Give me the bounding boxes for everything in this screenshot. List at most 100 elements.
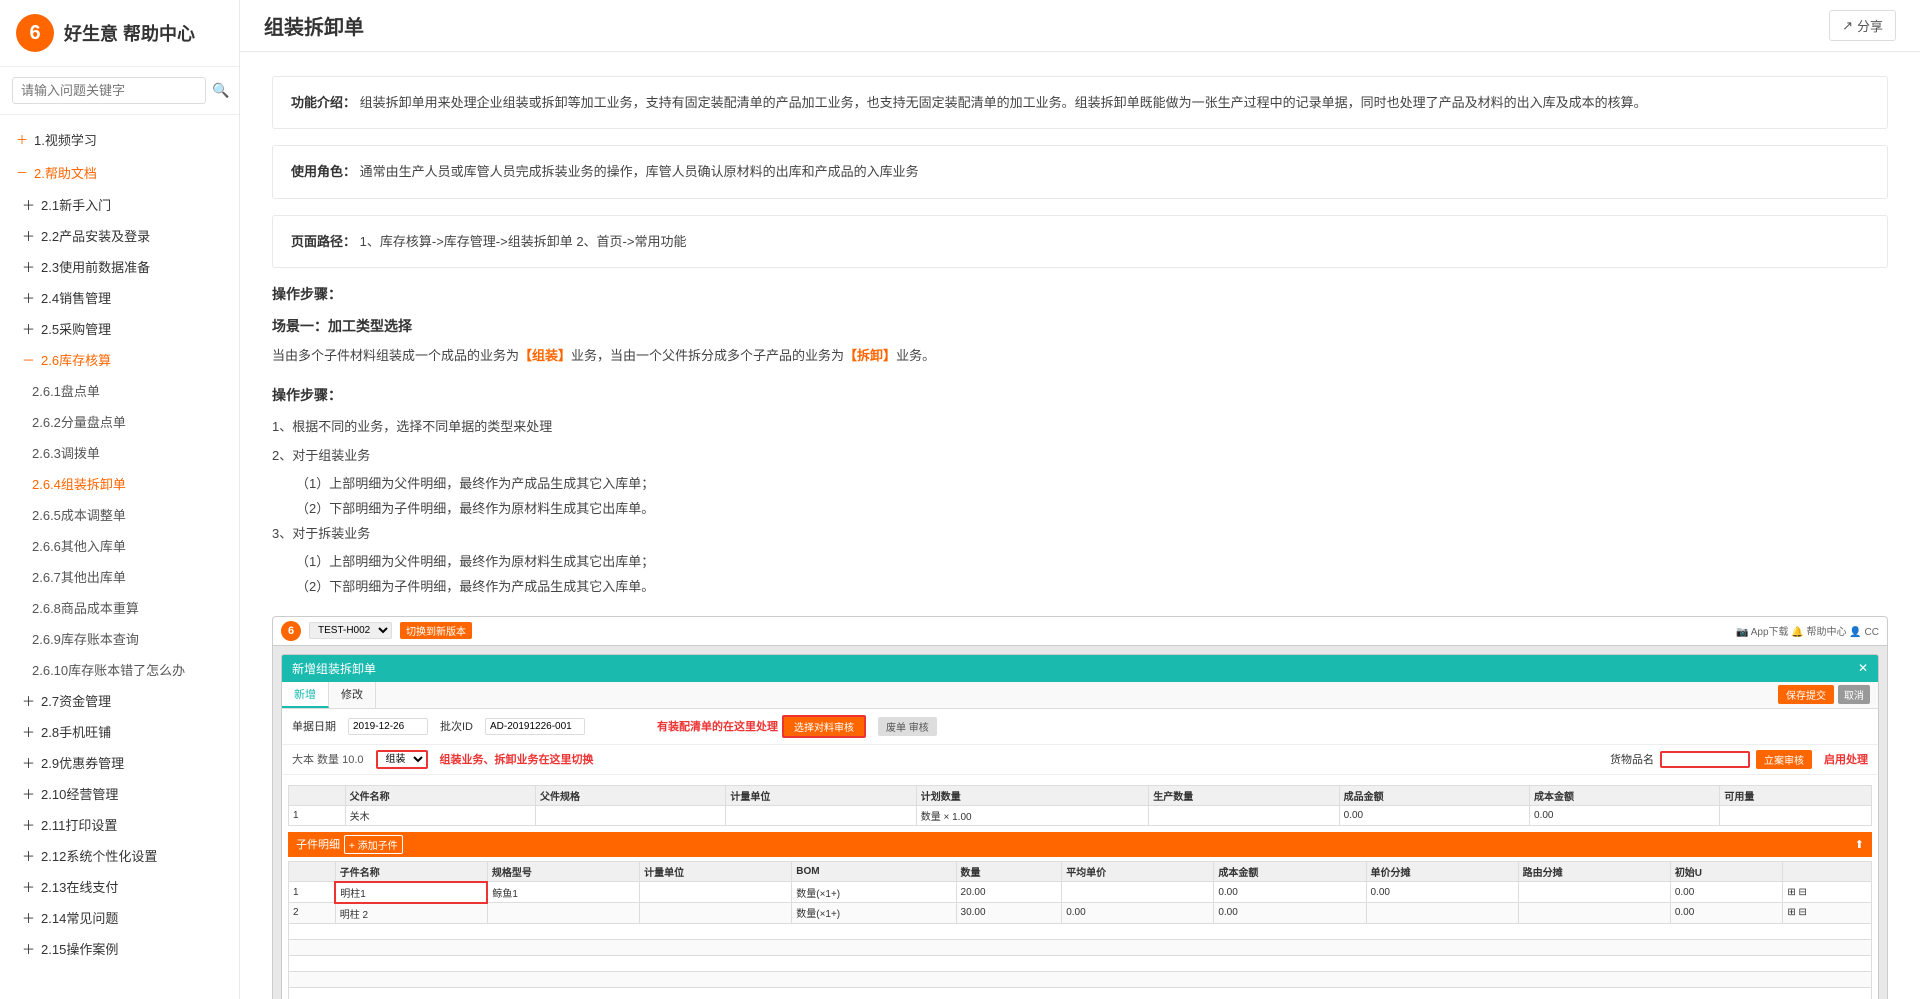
mock-btd-price0 xyxy=(1062,882,1214,903)
sidebar-leaf-264[interactable]: 2.6.4组装拆卸单 xyxy=(0,468,239,499)
sidebar-item-dataprep[interactable]: ＋ 2.3使用前数据准备 xyxy=(0,251,239,282)
mock-btd-cost0: 0.00 xyxy=(1214,882,1366,903)
path-block: 页面路径： 1、库存核算->库存管理->组装拆卸单 2、首页->常用功能 xyxy=(272,215,1888,268)
search-icon[interactable]: 🔍 xyxy=(212,82,229,99)
sidebar-leaf-267[interactable]: 2.6.7其他出库单 xyxy=(0,561,239,592)
sidebar-item-label-docs: 2.帮助文档 xyxy=(34,163,97,182)
sidebar-item-label-coupon: 2.9优惠券管理 xyxy=(41,753,124,772)
mock-bom-confirm-btn[interactable]: 选择对料审核 xyxy=(782,715,866,738)
mock-discard-btn[interactable]: 废单 审核 xyxy=(878,717,937,736)
sidebar-item-finance[interactable]: ＋ 2.7资金管理 xyxy=(0,685,239,716)
mock-btd-qty1: 30.00 xyxy=(956,903,1062,924)
mock-bth-qty: 数量 xyxy=(956,861,1062,882)
search-box: 🔍 xyxy=(0,67,239,115)
content-area: 功能介绍： 组装拆卸单用来处理企业组装或拆卸等加工业务，支持有固定装配清单的产品… xyxy=(240,52,1920,999)
mock-panel-right: 货物品名 立案审核 xyxy=(1610,750,1812,769)
mock-tab-edit[interactable]: 修改 xyxy=(329,682,376,708)
mock-version-badge: 切换到新版本 xyxy=(400,622,472,639)
share-button[interactable]: ↗ 分享 xyxy=(1829,10,1896,41)
mock-cancel-btn[interactable]: 取消 xyxy=(1838,685,1870,704)
expand-icon-cases: ＋ xyxy=(22,939,35,958)
sidebar-item-cases[interactable]: ＋ 2.15操作案例 xyxy=(0,933,239,964)
mock-btd-route0 xyxy=(1518,882,1670,903)
expand-icon-sales: ＋ xyxy=(22,288,35,307)
search-input[interactable] xyxy=(12,77,206,104)
table-row xyxy=(289,955,1872,971)
mock-btd-name0: 明柱1 xyxy=(335,882,487,903)
mock-tab-new[interactable]: 新增 xyxy=(282,682,329,708)
sidebar-item-faq[interactable]: ＋ 2.14常见问题 xyxy=(0,902,239,933)
step2-sub: （1）上部明细为父件明细，最终作为产成品生成其它入库单； （2）下部明细为子件明… xyxy=(272,472,1888,521)
logo-icon: 6 xyxy=(16,14,54,52)
sidebar-item-settings[interactable]: ＋ 2.12系统个性化设置 xyxy=(0,840,239,871)
mock-date-input[interactable] xyxy=(348,718,428,735)
mock-save-submit-btn[interactable]: 保存提交 xyxy=(1778,685,1834,704)
mock-close-btn[interactable]: ✕ xyxy=(1858,661,1868,675)
path-label: 页面路径： xyxy=(291,234,356,249)
mock-type-select[interactable]: 组装 拆卸 xyxy=(376,750,428,769)
sidebar-leaf-265[interactable]: 2.6.5成本调整单 xyxy=(0,499,239,530)
mock-add-child-btn[interactable]: + 添加子件 xyxy=(344,835,403,854)
mock-td-avail xyxy=(1720,805,1872,825)
step1: 1、根据不同的业务，选择不同单据的类型来处理 xyxy=(272,415,1888,440)
mock-btd-init1: 0.00 xyxy=(1670,903,1783,924)
mock-btd-route1 xyxy=(1518,903,1670,924)
expand-icon-newuser: ＋ xyxy=(22,195,35,214)
mock-td-prodamt: 0.00 xyxy=(1339,805,1529,825)
table-row xyxy=(289,939,1872,955)
sidebar-leaf-266[interactable]: 2.6.6其他入库单 xyxy=(0,530,239,561)
sidebar-item-newuser[interactable]: ＋ 2.1新手入门 xyxy=(0,189,239,220)
mock-batchid-input[interactable] xyxy=(485,718,585,735)
mock-expand-icon[interactable]: ⬆ xyxy=(1855,838,1864,851)
sidebar-item-payment[interactable]: ＋ 2.13在线支付 xyxy=(0,871,239,902)
mock-panel-label: 货物品名 xyxy=(1610,751,1654,767)
mock-bth-price-alloc: 单价分摊 xyxy=(1366,861,1518,882)
mock-panel-input[interactable] xyxy=(1660,751,1750,768)
sidebar-item-ops[interactable]: ＋ 2.10经营管理 xyxy=(0,778,239,809)
sidebar-leaf-2610[interactable]: 2.6.10库存账本错了怎么办 xyxy=(0,654,239,685)
mock-annotation-type: 组装 拆卸 xyxy=(376,750,428,769)
mock-dialog: 新增组装拆卸单 ✕ 新增 修改 保存提交 取消 单据日期 批次ID xyxy=(281,654,1879,999)
mock-btd-init0: 0.00 xyxy=(1670,882,1783,903)
sidebar-leaf-261[interactable]: 2.6.1盘点单 xyxy=(0,375,239,406)
mock-child-label: 子件明细 xyxy=(296,836,340,852)
mock-annotation-switch-text: 组装业务、拆卸业务在这里切换 xyxy=(440,751,594,767)
sidebar-item-label-faq: 2.14常见问题 xyxy=(41,908,118,927)
share-icon: ↗ xyxy=(1842,18,1853,34)
sidebar-leaf-268[interactable]: 2.6.8商品成本重算 xyxy=(0,592,239,623)
sidebar-item-purchase[interactable]: ＋ 2.5采购管理 xyxy=(0,313,239,344)
mock-btd-bom1: 数量(×1+) xyxy=(792,903,956,924)
sidebar-leaf-269[interactable]: 2.6.9库存账本查询 xyxy=(0,623,239,654)
expand-icon-faq: ＋ xyxy=(22,908,35,927)
sidebar-item-label-video: 1.视频学习 xyxy=(34,130,97,149)
sidebar-item-sales[interactable]: ＋ 2.4销售管理 xyxy=(0,282,239,313)
sidebar-item-video[interactable]: ＋ 1.视频学习 xyxy=(0,123,239,156)
expand-icon-mobile: ＋ xyxy=(22,722,35,741)
mock-company-select[interactable]: TEST-H002 xyxy=(309,622,392,639)
page-title: 组装拆卸单 xyxy=(264,11,364,40)
sidebar-item-inventory[interactable]: － 2.6库存核算 xyxy=(0,344,239,375)
mock-bth-price: 平均单价 xyxy=(1062,861,1214,882)
sidebar-item-install[interactable]: ＋ 2.2产品安装及登录 xyxy=(0,220,239,251)
main-area: 组装拆卸单 ↗ 分享 功能介绍： 组装拆卸单用来处理企业组装或拆卸等加工业务，支… xyxy=(240,0,1920,999)
mock-btd-bom0: 数量(×1+) xyxy=(792,882,956,903)
mock-td-pname: 关木 xyxy=(345,805,535,825)
step3-sub: （1）上部明细为父件明细，最终作为原材料生成其它出库单； （2）下部明细为子件明… xyxy=(272,550,1888,599)
mock-confirm-apply-btn[interactable]: 立案审核 xyxy=(1756,750,1812,769)
mock-td-unit xyxy=(726,805,916,825)
keyword-disassembly: 【拆卸】 xyxy=(844,348,896,363)
mock-form-batchid-label: 批次ID xyxy=(440,718,473,734)
sidebar-leaf-263[interactable]: 2.6.3调拨单 xyxy=(0,437,239,468)
sidebar-item-docs[interactable]: － 2.帮助文档 xyxy=(0,156,239,189)
expand-icon-payment: ＋ xyxy=(22,877,35,896)
mock-tables-area: 父件名称 父件规格 计量单位 计划数量 生产数量 成品金额 成本金额 可用量 xyxy=(282,775,1878,999)
sidebar-item-print[interactable]: ＋ 2.11打印设置 xyxy=(0,809,239,840)
sidebar-item-mobile[interactable]: ＋ 2.8手机旺铺 xyxy=(0,716,239,747)
sidebar-leaf-262[interactable]: 2.6.2分量盘点单 xyxy=(0,406,239,437)
mock-th-prod-qty: 生产数量 xyxy=(1149,785,1339,805)
sidebar-item-coupon[interactable]: ＋ 2.9优惠券管理 xyxy=(0,747,239,778)
mock-numbers-label: 大本 数量 10.0 xyxy=(292,751,364,767)
mock-form-date-label: 单据日期 xyxy=(292,718,336,734)
keyword-assembly: 【组装】 xyxy=(519,348,571,363)
mock-btd-op0: ⊞ ⊟ xyxy=(1783,882,1872,903)
